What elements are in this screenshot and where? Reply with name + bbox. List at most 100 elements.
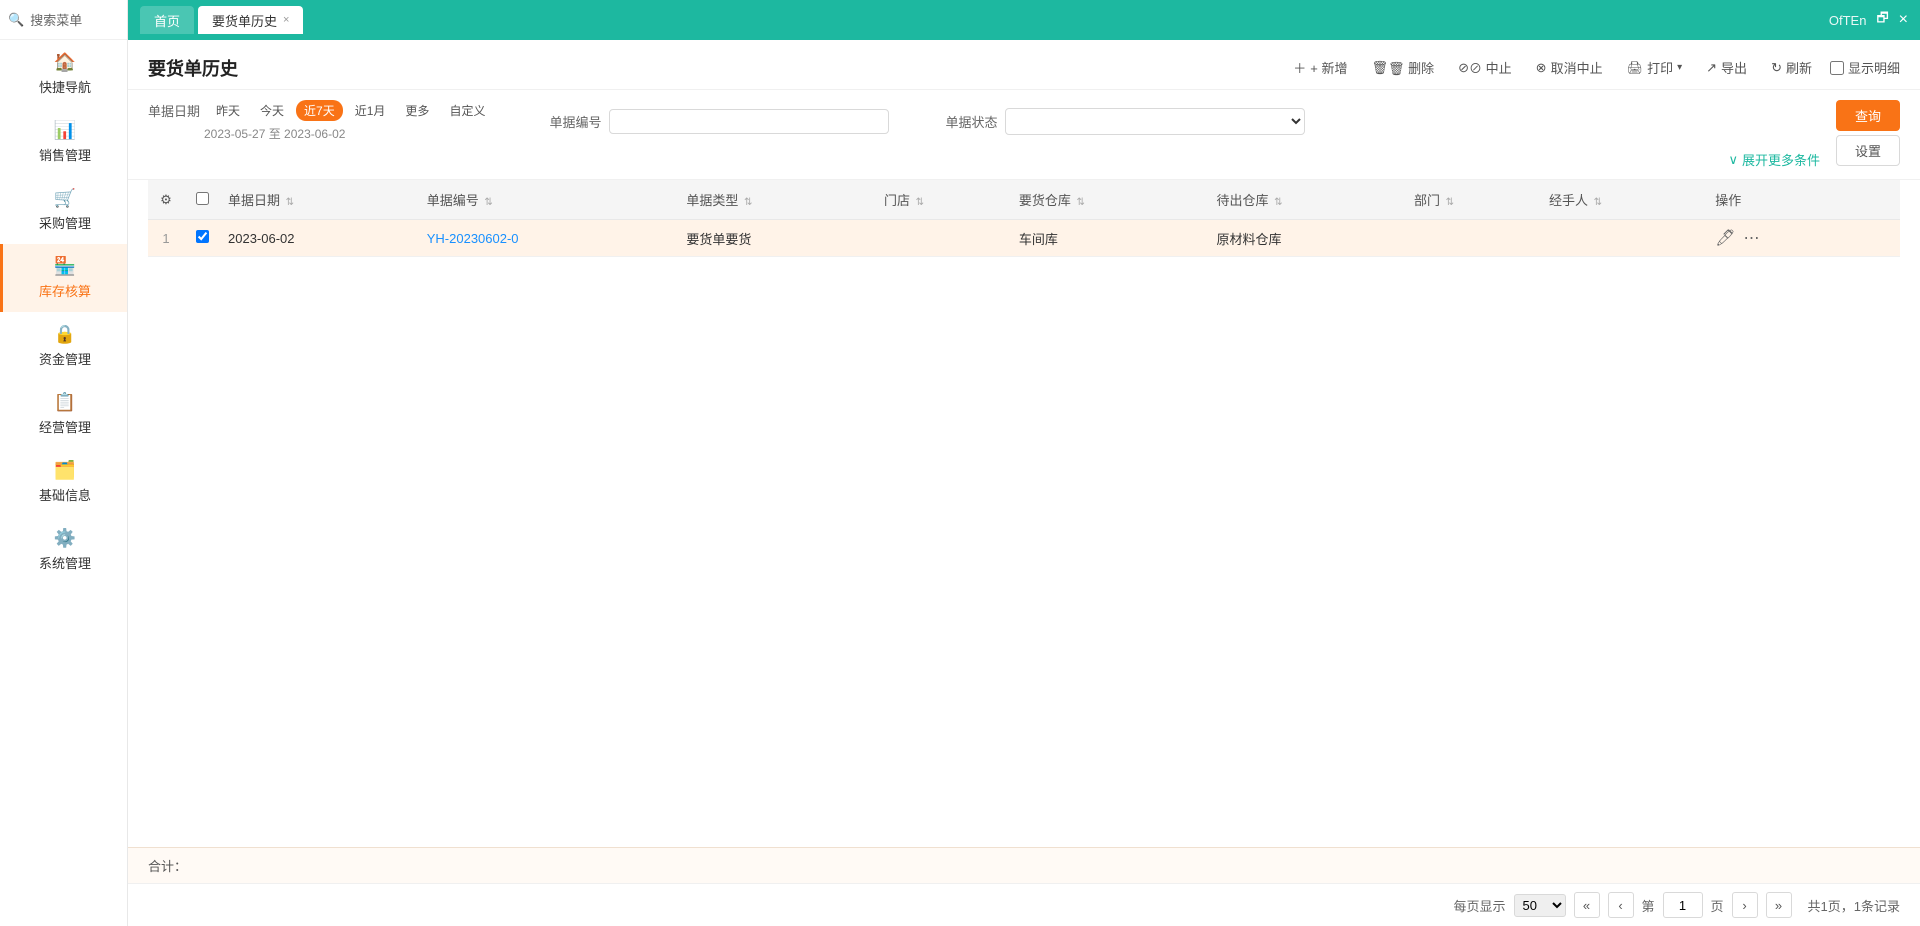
page-number-input[interactable] xyxy=(1663,892,1703,918)
topbar: 首页要货单历史× OfTEn 🗗 × xyxy=(128,0,1920,40)
col-action: 操作 xyxy=(1707,180,1900,220)
sidebar-item-quick-nav[interactable]: 🏠 快捷导航 xyxy=(0,40,127,108)
sort-req-warehouse-icon[interactable]: ⇅ xyxy=(1077,197,1085,208)
col-checkbox xyxy=(184,180,220,220)
date-btn-今天[interactable]: 今天 xyxy=(252,100,292,121)
page-label: 第 xyxy=(1642,896,1655,915)
sidebar-item-label-finance: 资金管理 xyxy=(39,349,91,368)
sort-store-icon[interactable]: ⇅ xyxy=(916,197,924,208)
row-store-0 xyxy=(876,220,1011,257)
show-detail-checkbox[interactable] xyxy=(1830,61,1844,75)
col-pending-warehouse: 待出仓库 ⇅ xyxy=(1208,180,1406,220)
row-edit-icon-0[interactable]: 🖊 xyxy=(1715,228,1735,248)
sidebar-item-purchase[interactable]: 🛒 采购管理 xyxy=(0,176,127,244)
next-page-btn[interactable]: › xyxy=(1732,892,1758,918)
sidebar-search[interactable]: 🔍 搜索菜单 xyxy=(0,0,127,40)
sidebar-item-label-quick-nav: 快捷导航 xyxy=(39,77,91,96)
tab-close-yh-history[interactable]: × xyxy=(283,14,289,26)
per-page-label: 每页显示 xyxy=(1453,896,1505,915)
query-button[interactable]: 查询 xyxy=(1836,100,1900,131)
col-date: 单据日期 ⇅ xyxy=(220,180,419,220)
sidebar-item-system[interactable]: ⚙️ 系统管理 xyxy=(0,516,127,584)
sidebar-item-label-system: 系统管理 xyxy=(39,553,91,572)
sort-pending-warehouse-icon[interactable]: ⇅ xyxy=(1274,197,1282,208)
sidebar-item-inventory[interactable]: 🏪 库存核算 xyxy=(0,244,127,312)
sidebar-item-finance[interactable]: 🔒 资金管理 xyxy=(0,312,127,380)
col-settings[interactable]: ⚙ xyxy=(148,180,184,220)
row-type-0: 要货单要货 xyxy=(678,220,876,257)
date-filter-label: 单据日期 xyxy=(148,101,200,120)
col-type: 单据类型 ⇅ xyxy=(678,180,876,220)
pagination: 每页显示 50 100 200 « ‹ 第 页 › » 共1页，1条记录 xyxy=(128,883,1920,926)
sort-handler-icon[interactable]: ⇅ xyxy=(1594,197,1602,208)
print-icon: 🖨 xyxy=(1627,60,1644,76)
page-title: 要货单历史 xyxy=(148,55,238,81)
search-icon: 🔍 xyxy=(8,12,24,28)
print-button[interactable]: 🖨 打印 ▾ xyxy=(1621,54,1689,81)
query-btn-group: 查询 设置 xyxy=(1836,100,1900,166)
sidebar-item-label-basic-info: 基础信息 xyxy=(39,485,91,504)
date-btn-自定义[interactable]: 自定义 xyxy=(441,100,493,121)
date-btn-近7天[interactable]: 近7天 xyxy=(296,100,343,121)
expand-conditions-button[interactable]: ∨ 展开更多条件 xyxy=(1728,150,1820,169)
per-page-select[interactable]: 50 100 200 xyxy=(1514,894,1566,917)
sidebar-item-basic-info[interactable]: 🗂️ 基础信息 xyxy=(0,448,127,516)
status-select[interactable] xyxy=(1005,108,1305,135)
bill-no-input[interactable] xyxy=(609,109,889,134)
export-button[interactable]: ↗ 导出 xyxy=(1700,54,1753,81)
cancel-suspend-button[interactable]: ⊗ 取消中止 xyxy=(1530,54,1609,81)
close-btn[interactable]: × xyxy=(1899,11,1908,29)
suspend-icon: ⊘ xyxy=(1458,60,1469,76)
filter-fields: 单据日期 昨天今天近7天近1月更多自定义 2023-05-27 至 2023-0… xyxy=(148,100,1820,169)
first-page-btn[interactable]: « xyxy=(1574,892,1600,918)
footer-summary: 合计： xyxy=(128,847,1920,883)
refresh-button[interactable]: ↻ 刷新 xyxy=(1765,54,1818,81)
sort-no-icon[interactable]: ⇅ xyxy=(484,197,492,208)
table-settings-icon[interactable]: ⚙ xyxy=(160,192,172,207)
tab-home[interactable]: 首页 xyxy=(140,6,194,34)
new-button[interactable]: ＋ + 新增 xyxy=(1287,54,1353,81)
date-btn-近1月[interactable]: 近1月 xyxy=(347,100,394,121)
row-more-icon-0[interactable]: ⋯ xyxy=(1744,228,1760,248)
row-index-0: 1 xyxy=(148,220,184,257)
show-detail-toggle[interactable]: 显示明细 xyxy=(1830,58,1900,77)
prev-page-btn[interactable]: ‹ xyxy=(1608,892,1634,918)
sidebar-item-label-purchase: 采购管理 xyxy=(39,213,91,232)
page-suffix: 页 xyxy=(1711,896,1724,915)
restore-btn[interactable]: 🗗 xyxy=(1876,9,1888,31)
topbar-brand: OfTEn xyxy=(1829,13,1867,28)
col-store: 门店 ⇅ xyxy=(876,180,1011,220)
row-no-0[interactable]: YH-20230602-0 xyxy=(419,220,679,257)
date-btn-更多[interactable]: 更多 xyxy=(397,100,437,121)
sidebar-item-operations[interactable]: 📋 经营管理 xyxy=(0,380,127,448)
delete-button[interactable]: 🗑 🗑 删除 xyxy=(1365,54,1440,81)
inventory-icon: 🏪 xyxy=(54,256,76,277)
last-page-btn[interactable]: » xyxy=(1766,892,1792,918)
table-header-row: ⚙ 单据日期 ⇅ 单据编号 ⇅ 单据类型 ⇅ 门店 ⇅ 要货仓库 ⇅ 待出仓库 … xyxy=(148,180,1900,220)
table-row: 1 2023-06-02 YH-20230602-0 要货单要货 车间库 原材料… xyxy=(148,220,1900,257)
sidebar: 🔍 搜索菜单 🏠 快捷导航 📊 销售管理 🛒 采购管理 🏪 库存核算 🔒 资金管… xyxy=(0,0,128,926)
sidebar-item-sales[interactable]: 📊 销售管理 xyxy=(0,108,127,176)
new-icon: ＋ xyxy=(1293,58,1306,77)
filter-area: 单据日期 昨天今天近7天近1月更多自定义 2023-05-27 至 2023-0… xyxy=(128,90,1920,180)
suspend-button[interactable]: ⊘ ⊘ 中止 xyxy=(1452,54,1518,81)
page-header: 要货单历史 ＋ + 新增 🗑 🗑 删除 ⊘ ⊘ 中止 ⊗ 取消中止 xyxy=(128,40,1920,90)
sort-date-icon[interactable]: ⇅ xyxy=(286,197,294,208)
sidebar-item-label-operations: 经营管理 xyxy=(39,417,91,436)
export-icon: ↗ xyxy=(1706,60,1717,76)
operations-icon: 📋 xyxy=(54,392,76,413)
filter-row-1: 单据日期 昨天今天近7天近1月更多自定义 2023-05-27 至 2023-0… xyxy=(148,100,1820,142)
row-handler-0 xyxy=(1541,220,1707,257)
status-label: 单据状态 xyxy=(945,112,997,131)
sort-dept-icon[interactable]: ⇅ xyxy=(1446,197,1454,208)
row-checkbox-0[interactable] xyxy=(184,220,220,257)
sort-type-icon[interactable]: ⇅ xyxy=(744,197,752,208)
tab-yh-history[interactable]: 要货单历史× xyxy=(198,6,303,34)
filter-settings-button[interactable]: 设置 xyxy=(1836,135,1900,166)
col-dept: 部门 ⇅ xyxy=(1406,180,1541,220)
sales-icon: 📊 xyxy=(54,120,76,141)
system-icon: ⚙️ xyxy=(54,528,76,549)
select-all-checkbox[interactable] xyxy=(196,192,209,205)
finance-icon: 🔒 xyxy=(54,324,76,345)
date-btn-昨天[interactable]: 昨天 xyxy=(208,100,248,121)
